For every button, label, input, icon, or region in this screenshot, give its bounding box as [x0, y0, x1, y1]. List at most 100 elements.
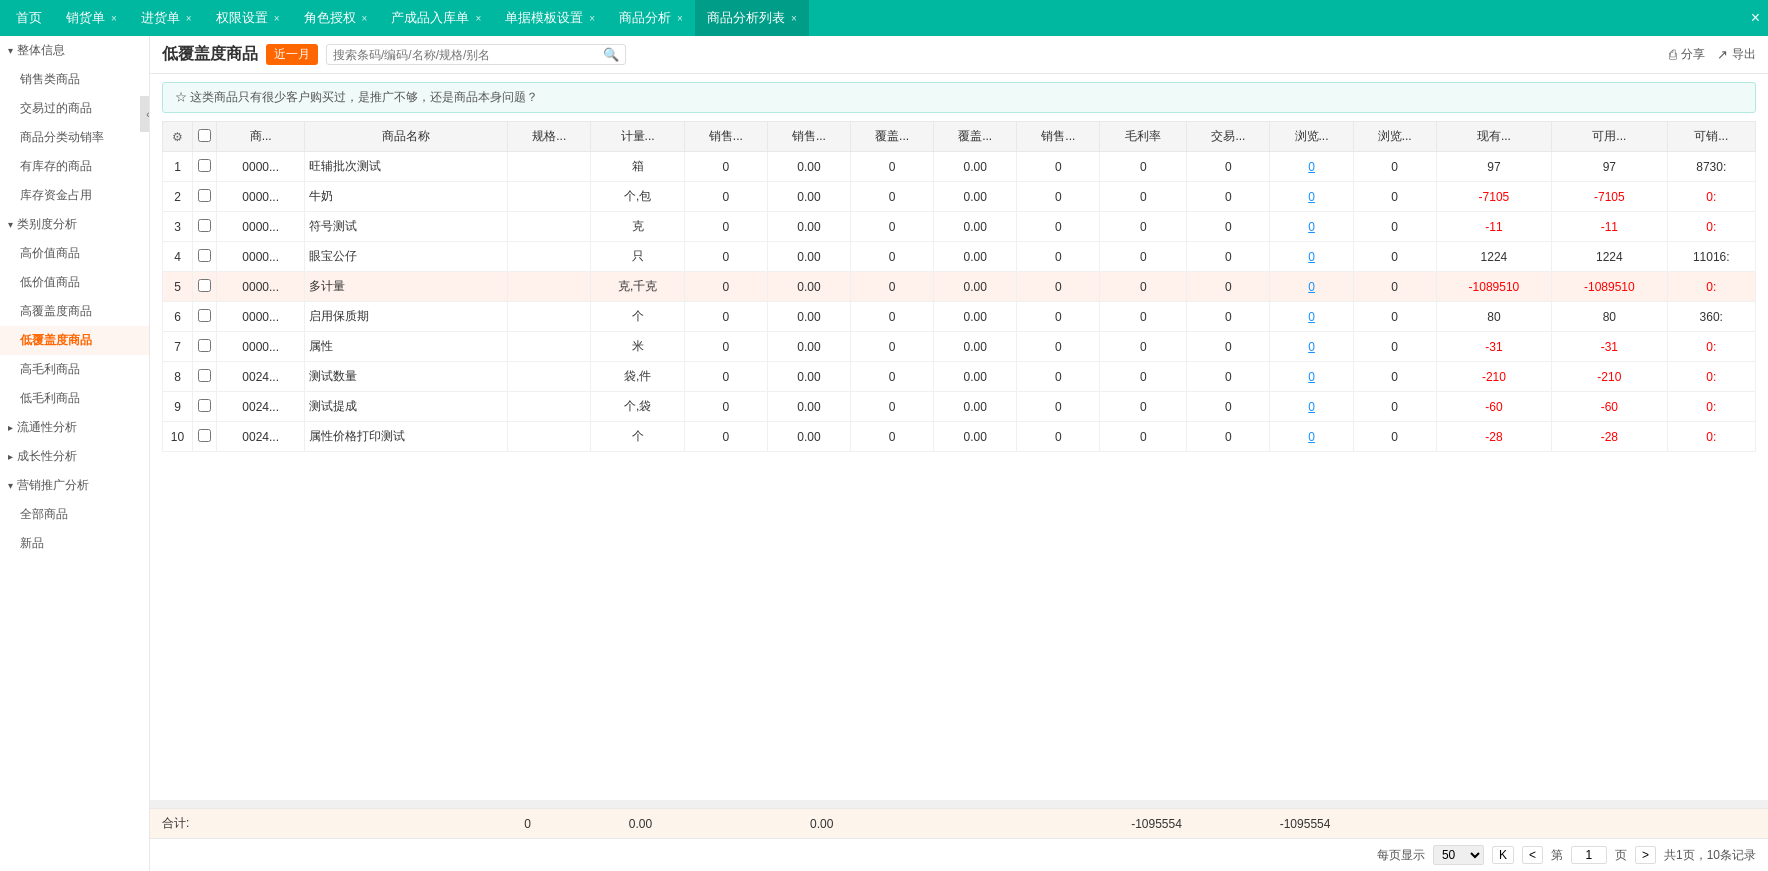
close-icon[interactable]: ×	[589, 13, 595, 24]
row-gross-margin: 0	[1100, 182, 1187, 212]
column-browse1[interactable]: 浏览...	[1270, 122, 1353, 152]
row-browse1[interactable]: 0	[1270, 332, 1353, 362]
close-icon[interactable]: ×	[274, 13, 280, 24]
sidebar-item-inventory-fund[interactable]: 库存资金占用	[0, 181, 149, 210]
row-browse1[interactable]: 0	[1270, 392, 1353, 422]
search-icon[interactable]: 🔍	[603, 47, 619, 62]
sidebar-item-high-coverage[interactable]: 高覆盖度商品	[0, 297, 149, 326]
row-code: 0024...	[217, 362, 305, 392]
prev-page-button[interactable]: <	[1522, 846, 1543, 864]
first-page-button[interactable]: K	[1492, 846, 1514, 864]
row-checkbox[interactable]	[193, 212, 217, 242]
close-icon[interactable]: ×	[677, 13, 683, 24]
sidebar-item-low-margin[interactable]: 低毛利商品	[0, 384, 149, 413]
column-saleable[interactable]: 可销...	[1667, 122, 1755, 152]
column-spec[interactable]: 规格...	[508, 122, 591, 152]
close-icon[interactable]: ×	[791, 13, 797, 24]
nav-tab-goods-analysis[interactable]: 商品分析 ×	[607, 0, 695, 36]
sidebar-item-low-value[interactable]: 低价值商品	[0, 268, 149, 297]
row-trans: 0	[1187, 422, 1270, 452]
row-checkbox[interactable]	[193, 272, 217, 302]
column-sales-amt[interactable]: 销售...	[767, 122, 850, 152]
sidebar-item-high-value[interactable]: 高价值商品	[0, 239, 149, 268]
sidebar-item-new-goods[interactable]: 新品	[0, 529, 149, 558]
sidebar-item-sales-goods[interactable]: 销售类商品	[0, 65, 149, 94]
column-current-stock[interactable]: 现有...	[1436, 122, 1551, 152]
row-available: 80	[1552, 302, 1667, 332]
column-coverage1[interactable]: 覆盖...	[851, 122, 934, 152]
column-transaction[interactable]: 交易...	[1187, 122, 1270, 152]
column-coverage2[interactable]: 覆盖...	[934, 122, 1017, 152]
share-button[interactable]: ⎙ 分享	[1669, 46, 1705, 63]
per-page-select[interactable]: 50 100 200	[1433, 845, 1484, 865]
row-browse1[interactable]: 0	[1270, 212, 1353, 242]
sidebar-item-low-coverage[interactable]: 低覆盖度商品	[0, 326, 149, 355]
row-browse1[interactable]: 0	[1270, 242, 1353, 272]
sidebar-item-stocked-goods[interactable]: 有库存的商品	[0, 152, 149, 181]
column-unit[interactable]: 计量...	[591, 122, 684, 152]
row-checkbox[interactable]	[193, 182, 217, 212]
close-icon[interactable]: ×	[362, 13, 368, 24]
column-sales-qty[interactable]: 销售...	[684, 122, 767, 152]
row-checkbox[interactable]	[193, 332, 217, 362]
sidebar-section-growth[interactable]: ▸ 成长性分析	[0, 442, 149, 471]
close-icon[interactable]: ×	[475, 13, 481, 24]
column-gear[interactable]: ⚙	[163, 122, 193, 152]
row-gross-margin: 0	[1100, 392, 1187, 422]
nav-tab-roles[interactable]: 角色授权 ×	[292, 0, 380, 36]
column-available[interactable]: 可用...	[1552, 122, 1667, 152]
row-browse1[interactable]: 0	[1270, 272, 1353, 302]
sidebar-item-traded-goods[interactable]: 交易过的商品	[0, 94, 149, 123]
total-sales-qty: 0	[524, 817, 531, 831]
nav-tab-template[interactable]: 单据模板设置 ×	[493, 0, 607, 36]
close-icon[interactable]: ×	[111, 13, 117, 24]
row-cov2: 0.00	[934, 242, 1017, 272]
settings-icon[interactable]: ⚙	[172, 130, 183, 144]
row-sales-amt: 0.00	[767, 362, 850, 392]
close-all-button[interactable]: ×	[1751, 9, 1760, 27]
nav-tab-purchase[interactable]: 进货单 ×	[129, 0, 204, 36]
sidebar-section-category[interactable]: ▾ 类别度分析	[0, 210, 149, 239]
row-browse1[interactable]: 0	[1270, 182, 1353, 212]
column-name[interactable]: 商品名称	[305, 122, 508, 152]
row-saleable: 0:	[1667, 332, 1755, 362]
close-icon[interactable]: ×	[186, 13, 192, 24]
sidebar-item-category-sales-rate[interactable]: 商品分类动销率	[0, 123, 149, 152]
next-page-button[interactable]: >	[1635, 846, 1656, 864]
row-browse1[interactable]: 0	[1270, 302, 1353, 332]
row-checkbox[interactable]	[193, 152, 217, 182]
horizontal-scrollbar[interactable]	[150, 800, 1768, 808]
row-sales-qty: 0	[684, 182, 767, 212]
row-browse1[interactable]: 0	[1270, 152, 1353, 182]
row-browse2: 0	[1353, 212, 1436, 242]
row-checkbox[interactable]	[193, 392, 217, 422]
row-browse1[interactable]: 0	[1270, 362, 1353, 392]
sidebar-item-all-goods[interactable]: 全部商品	[0, 500, 149, 529]
row-spec	[508, 182, 591, 212]
row-checkbox[interactable]	[193, 302, 217, 332]
search-input[interactable]	[333, 48, 599, 62]
row-checkbox[interactable]	[193, 422, 217, 452]
column-gross-margin[interactable]: 毛利率	[1100, 122, 1187, 152]
sidebar-collapse-button[interactable]: «	[140, 96, 150, 132]
row-browse1[interactable]: 0	[1270, 422, 1353, 452]
row-checkbox[interactable]	[193, 362, 217, 392]
sidebar-section-circulation[interactable]: ▸ 流通性分析	[0, 413, 149, 442]
nav-tab-goods-analysis-list[interactable]: 商品分析列表 ×	[695, 0, 809, 36]
nav-tab-finished-goods[interactable]: 产成品入库单 ×	[379, 0, 493, 36]
column-sales3[interactable]: 销售...	[1017, 122, 1100, 152]
export-button[interactable]: ↗ 导出	[1717, 46, 1756, 63]
column-code[interactable]: 商...	[217, 122, 305, 152]
column-browse2[interactable]: 浏览...	[1353, 122, 1436, 152]
row-code: 0000...	[217, 302, 305, 332]
period-button[interactable]: 近一月	[266, 44, 318, 65]
page-number-input[interactable]	[1571, 846, 1607, 864]
nav-tab-home[interactable]: 首页	[4, 0, 54, 36]
sidebar-section-marketing[interactable]: ▾ 营销推广分析	[0, 471, 149, 500]
sidebar-section-overview[interactable]: ▾ 整体信息	[0, 36, 149, 65]
row-checkbox[interactable]	[193, 242, 217, 272]
nav-tab-sales[interactable]: 销货单 ×	[54, 0, 129, 36]
sidebar-item-high-margin[interactable]: 高毛利商品	[0, 355, 149, 384]
select-all-checkbox[interactable]	[198, 129, 211, 142]
nav-tab-permissions[interactable]: 权限设置 ×	[204, 0, 292, 36]
